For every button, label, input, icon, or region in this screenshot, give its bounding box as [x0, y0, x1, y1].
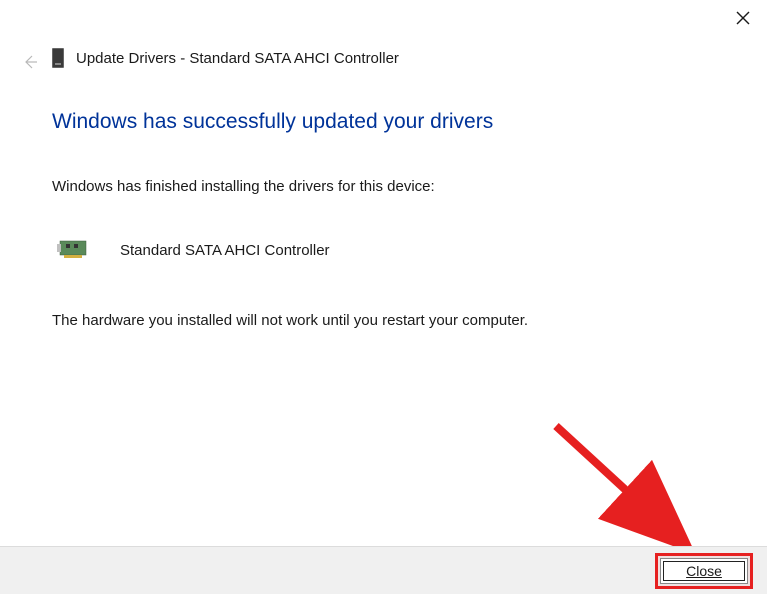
wizard-header: Update Drivers - Standard SATA AHCI Cont…	[52, 48, 399, 68]
restart-message: The hardware you installed will not work…	[52, 312, 528, 329]
storage-device-icon	[52, 48, 64, 68]
close-button-label: Close	[686, 563, 722, 579]
device-name-label: Standard SATA AHCI Controller	[120, 242, 330, 259]
back-button[interactable]	[22, 54, 38, 75]
close-icon	[736, 11, 750, 25]
button-bar: Close	[0, 546, 767, 594]
annotation-highlight: Close	[655, 553, 753, 589]
back-arrow-icon	[22, 54, 38, 70]
finished-message: Windows has finished installing the driv…	[52, 178, 435, 195]
close-button[interactable]: Close	[660, 558, 748, 584]
window-close-button[interactable]	[733, 8, 753, 28]
pci-card-icon	[56, 235, 92, 265]
device-info-row: Standard SATA AHCI Controller	[56, 235, 330, 265]
wizard-title: Update Drivers - Standard SATA AHCI Cont…	[76, 50, 399, 67]
page-heading: Windows has successfully updated your dr…	[52, 110, 493, 134]
